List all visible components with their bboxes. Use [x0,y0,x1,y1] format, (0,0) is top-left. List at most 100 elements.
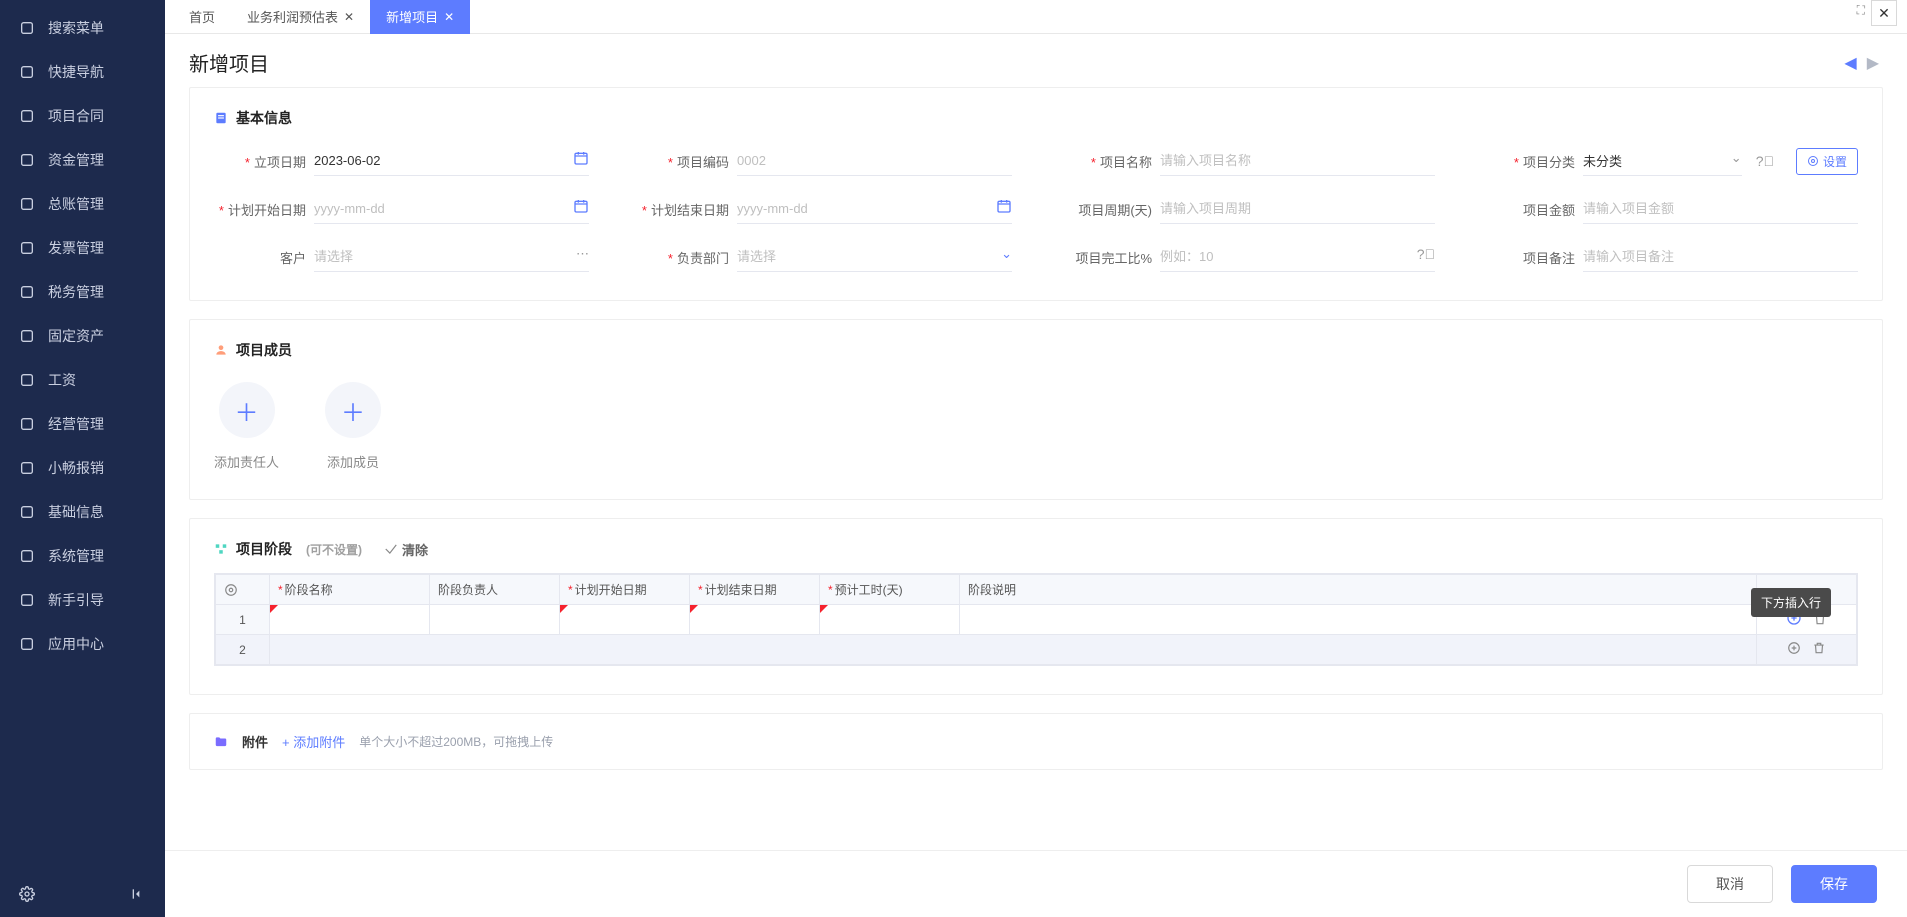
sidebar-item[interactable]: 总账管理 [0,182,165,226]
phase-table-wrap: 下方插入行 *阶段名称 阶段负责人 *计划开始日期 *计划结束日期 *预计工时(… [214,573,1858,666]
tab-close-icon[interactable]: ✕ [444,10,454,24]
sidebar-item[interactable]: 税务管理 [0,270,165,314]
plus-icon: ＋ [219,382,275,438]
chevron-down-icon[interactable]: ⌄ [1001,246,1012,262]
window-expand-icon[interactable]: ⛶ [1857,3,1865,18]
project-category-select[interactable] [1583,153,1742,168]
tab-bar: 首页业务利润预估表✕新增项目✕ [165,0,1907,34]
form-grid-basic: *立项日期 *项目编码 *项目名称 *项目分类 ⌄ ?⃝ [214,146,1858,272]
panel-title: 项目成员 [236,340,292,360]
sidebar-item[interactable]: 资金管理 [0,138,165,182]
more-icon[interactable]: ⋯ [576,246,589,262]
folder-icon [214,735,228,749]
panel-head-members: 项目成员 [214,340,1858,360]
tab-label: 首页 [189,7,215,26]
collapse-sidebar-icon[interactable] [129,885,147,903]
delete-row-icon[interactable] [1812,641,1826,655]
cell-hours[interactable] [820,605,960,635]
phase-table: *阶段名称 阶段负责人 *计划开始日期 *计划结束日期 *预计工时(天) 阶段说… [215,574,1857,665]
progress-input[interactable] [1160,249,1435,264]
calendar-icon[interactable] [573,150,589,166]
cell-desc[interactable] [960,605,1757,635]
calendar-icon[interactable] [996,198,1012,214]
contract-icon [18,107,36,125]
tab-close-icon[interactable]: ✕ [344,10,354,24]
sidebar-item[interactable]: 发票管理 [0,226,165,270]
sidebar-item[interactable]: 快捷导航 [0,50,165,94]
col-plan-end: *计划结束日期 [690,575,820,605]
form-icon [214,111,228,125]
help-icon[interactable]: ?⃝ [1756,153,1774,169]
salary-icon [18,371,36,389]
cell-phase-name[interactable] [270,605,430,635]
amount-input[interactable] [1583,201,1858,216]
cancel-button[interactable]: 取消 [1687,865,1773,903]
period-input[interactable] [1160,201,1435,216]
phase-row[interactable]: 1 [216,605,1857,635]
expense-icon [18,459,36,477]
phase-table-header: *阶段名称 阶段负责人 *计划开始日期 *计划结束日期 *预计工时(天) 阶段说… [216,575,1857,605]
calendar-icon[interactable] [573,198,589,214]
field-project-category: *项目分类 ⌄ ?⃝ 设置 [1483,146,1858,176]
panel-title: 项目阶段 [236,539,292,559]
cell-empty[interactable] [270,635,1757,665]
add-attachment-link[interactable]: + 添加附件 [282,732,345,751]
project-name-input[interactable] [1160,153,1435,168]
sidebar-item-label: 发票管理 [48,238,104,258]
sidebar-item[interactable]: 基础信息 [0,490,165,534]
sidebar-item-label: 资金管理 [48,150,104,170]
sidebar-item[interactable]: 固定资产 [0,314,165,358]
col-phase-owner: 阶段负责人 [430,575,560,605]
customer-select[interactable] [314,249,589,264]
invoice-icon [18,239,36,257]
start-date-input[interactable] [314,153,589,168]
sidebar-item[interactable]: 项目合同 [0,94,165,138]
sidebar-item[interactable]: 系统管理 [0,534,165,578]
cell-plan-start[interactable] [560,605,690,635]
insert-row-icon[interactable] [1787,641,1801,655]
cell-plan-end[interactable] [690,605,820,635]
phase-row[interactable]: 2 [216,635,1857,665]
tab[interactable]: 业务利润预估表✕ [231,0,370,34]
tab[interactable]: 新增项目✕ [370,0,470,34]
sidebar-item[interactable]: 工资 [0,358,165,402]
panel-phase: 项目阶段 (可不设置) 清除 下方插入行 *阶段名称 阶段负责人 * [189,518,1883,695]
settings-button[interactable]: 设置 [1796,148,1858,175]
field-customer: 客户 ⋯ [214,242,589,272]
panel-title: 基本信息 [236,108,292,128]
attachment-hint: 单个大小不超过200MB，可拖拽上传 [359,733,553,750]
tab[interactable]: 首页 [173,0,231,34]
help-icon[interactable]: ?⃝ [1417,246,1435,262]
sidebar-item-label: 经营管理 [48,414,104,434]
plan-start-input[interactable] [314,201,589,216]
sidebar-item-label: 固定资产 [48,326,104,346]
pager-next-icon[interactable]: ▶ [1867,53,1879,73]
window-close-button[interactable]: ✕ [1871,0,1897,26]
chevron-down-icon[interactable]: ⌄ [1731,150,1742,166]
gear-col-head[interactable] [216,575,270,605]
add-owner-button[interactable]: ＋ 添加责任人 [214,382,279,471]
plan-end-input[interactable] [737,201,1012,216]
pager-prev-icon[interactable]: ◀ [1844,53,1856,73]
sidebar-item[interactable]: 经营管理 [0,402,165,446]
sidebar-item[interactable]: 搜索菜单 [0,6,165,50]
sidebar-item[interactable]: 新手引导 [0,578,165,622]
sidebar-item-label: 税务管理 [48,282,104,302]
sidebar-items: 搜索菜单快捷导航项目合同资金管理总账管理发票管理税务管理固定资产工资经营管理小畅… [0,0,165,873]
field-plan-end: *计划结束日期 [637,194,1012,224]
sidebar-item[interactable]: 应用中心 [0,622,165,666]
project-code-input[interactable] [737,153,1012,168]
save-button[interactable]: 保存 [1791,865,1877,903]
gear-icon[interactable] [18,885,36,903]
cell-phase-owner[interactable] [430,605,560,635]
sidebar-item[interactable]: 小畅报销 [0,446,165,490]
system-icon [18,547,36,565]
add-member-button[interactable]: ＋ 添加成员 [325,382,381,471]
clear-link[interactable]: 清除 [384,540,428,559]
owner-dept-select[interactable] [737,249,1012,264]
sidebar-item-label: 基础信息 [48,502,104,522]
col-desc: 阶段说明 [960,575,1757,605]
remark-input[interactable] [1583,249,1858,264]
panel-head-phase: 项目阶段 (可不设置) 清除 [214,539,1858,559]
field-progress: 项目完工比% ?⃝ [1060,242,1435,272]
